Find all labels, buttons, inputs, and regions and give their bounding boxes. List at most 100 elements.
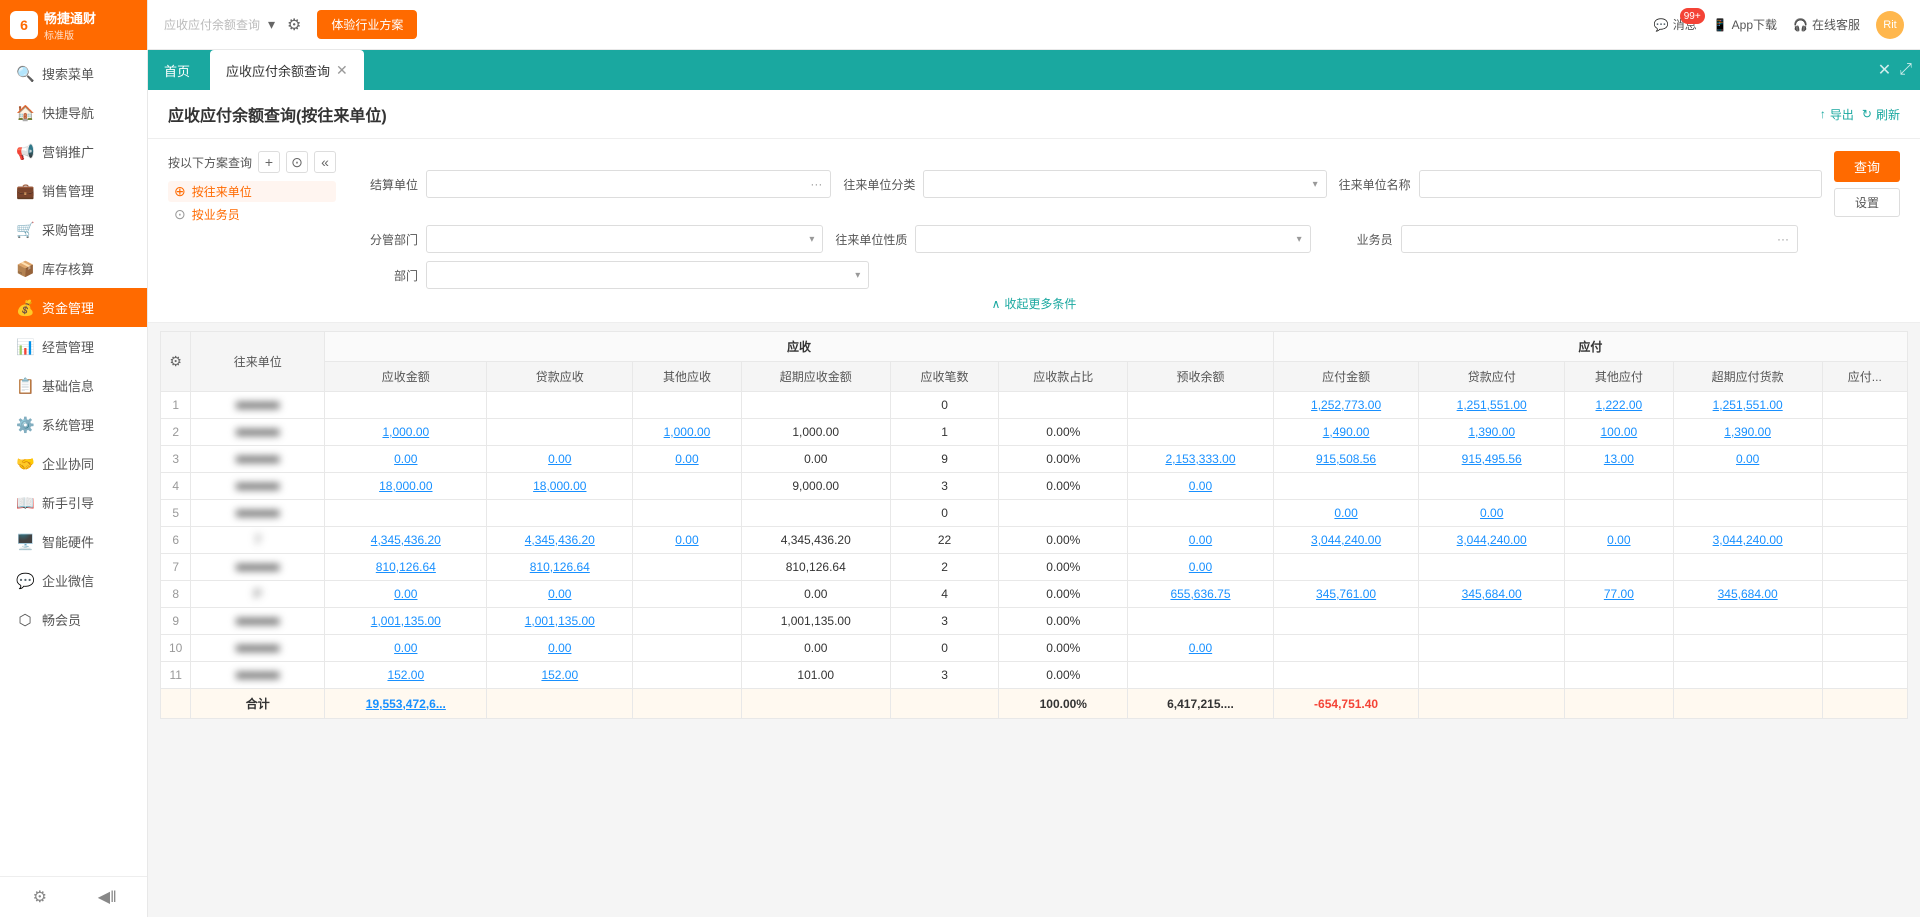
ap_amount-cell[interactable] — [1273, 662, 1419, 689]
footer-ar-amount[interactable]: 19,553,472,6... — [325, 689, 487, 719]
ap_other-cell[interactable]: 77.00 — [1565, 581, 1674, 608]
ar_amount-cell[interactable]: 152.00 — [325, 662, 487, 689]
sidebar-item-finance[interactable]: 💰 资金管理 — [0, 288, 147, 327]
ap_amount-cell[interactable] — [1273, 473, 1419, 500]
ap_loan-cell[interactable] — [1419, 473, 1565, 500]
sidebar-item-member[interactable]: ⬡ 畅会员 — [0, 600, 147, 639]
ap_amount-cell[interactable] — [1273, 554, 1419, 581]
ar_loan-cell[interactable]: 0.00 — [487, 581, 633, 608]
sidebar-item-hardware[interactable]: 🖥️ 智能硬件 — [0, 522, 147, 561]
ap_loan-cell[interactable] — [1419, 554, 1565, 581]
partner-nature-input[interactable]: ▾ — [915, 225, 1310, 253]
ar_other-cell[interactable]: 1,000.00 — [633, 419, 742, 446]
ap_other-cell[interactable]: 1,222.00 — [1565, 392, 1674, 419]
ap_loan-cell[interactable] — [1419, 608, 1565, 635]
ap_overdue-cell[interactable]: 1,390.00 — [1673, 419, 1822, 446]
ap_amount-cell[interactable]: 1,490.00 — [1273, 419, 1419, 446]
ar_loan-cell[interactable]: 4,345,436.20 — [487, 527, 633, 554]
ap_loan-cell[interactable]: 0.00 — [1419, 500, 1565, 527]
dept-input[interactable]: ▾ — [426, 225, 823, 253]
sidebar-item-wechat[interactable]: 💬 企业微信 — [0, 561, 147, 600]
collapse-sidebar-btn[interactable]: ◀‖ — [78, 887, 138, 907]
collapse-button[interactable]: ∧ 收起更多条件 — [992, 295, 1077, 312]
setting-button[interactable]: 设置 — [1834, 188, 1900, 217]
sidebar-item-system[interactable]: ⚙️ 系统管理 — [0, 405, 147, 444]
add-scheme-btn[interactable]: + — [258, 151, 280, 173]
ap_other-cell[interactable] — [1565, 473, 1674, 500]
ap_overdue-cell[interactable] — [1673, 554, 1822, 581]
ar_loan-cell[interactable]: 0.00 — [487, 635, 633, 662]
ar_amount-cell[interactable]: 810,126.64 — [325, 554, 487, 581]
ap_loan-cell[interactable]: 1,390.00 — [1419, 419, 1565, 446]
ap_overdue-cell[interactable] — [1673, 473, 1822, 500]
sidebar-item-inventory[interactable]: 📦 库存核算 — [0, 249, 147, 288]
ar_prepay-cell[interactable]: 0.00 — [1128, 554, 1274, 581]
tab-ar-ap[interactable]: 应收应付余额查询 ✕ — [210, 50, 364, 90]
export-btn[interactable]: ↑ 导出 — [1820, 106, 1854, 123]
settings-bottom-btn[interactable]: ⚙ — [10, 887, 70, 907]
ar_prepay-cell[interactable]: 0.00 — [1128, 527, 1274, 554]
ap_overdue-cell[interactable] — [1673, 662, 1822, 689]
ar_loan-cell[interactable]: 810,126.64 — [487, 554, 633, 581]
ar_amount-cell[interactable] — [325, 500, 487, 527]
message-btn[interactable]: 💬 消息 99+ — [1654, 16, 1697, 33]
sidebar-item-marketing[interactable]: 📢 营销推广 — [0, 132, 147, 171]
refresh-btn[interactable]: ↻ 刷新 — [1862, 106, 1900, 123]
tab-close-icon[interactable]: ✕ — [336, 62, 348, 79]
ar_amount-cell[interactable]: 0.00 — [325, 446, 487, 473]
table-settings-icon[interactable]: ⚙ — [169, 353, 182, 369]
settlement-unit-input[interactable]: ··· — [426, 170, 831, 198]
ar_other-cell[interactable] — [633, 473, 742, 500]
partner-name-input[interactable] — [1419, 170, 1822, 198]
salesman-input[interactable]: ··· — [1401, 225, 1798, 253]
ar_amount-cell[interactable]: 1,001,135.00 — [325, 608, 487, 635]
col-settings-header[interactable]: ⚙ — [161, 332, 191, 392]
ar_other-cell[interactable]: 0.00 — [633, 527, 742, 554]
ar_amount-cell[interactable]: 4,345,436.20 — [325, 527, 487, 554]
ar_other-cell[interactable] — [633, 635, 742, 662]
scheme-by-salesman[interactable]: ⊙ 按业务员 — [168, 204, 336, 225]
ap_other-cell[interactable] — [1565, 500, 1674, 527]
more-scheme-btn[interactable]: « — [314, 151, 336, 173]
scheme-by-partner[interactable]: ⊕ 按往来单位 — [168, 181, 336, 202]
ap_loan-cell[interactable]: 915,495.56 — [1419, 446, 1565, 473]
ap_other-cell[interactable] — [1565, 608, 1674, 635]
ar_other-cell[interactable] — [633, 581, 742, 608]
ar_prepay-cell[interactable]: 655,636.75 — [1128, 581, 1274, 608]
ap_overdue-cell[interactable] — [1673, 635, 1822, 662]
ar_other-cell[interactable] — [633, 392, 742, 419]
ar_amount-cell[interactable]: 1,000.00 — [325, 419, 487, 446]
breadcrumb-dropdown-btn[interactable]: ▾ — [268, 16, 275, 33]
ap_overdue-cell[interactable] — [1673, 608, 1822, 635]
sub-dept-input[interactable]: ▾ — [426, 261, 869, 289]
ar_other-cell[interactable] — [633, 608, 742, 635]
ar_other-cell[interactable] — [633, 500, 742, 527]
ar_amount-cell[interactable] — [325, 392, 487, 419]
tab-maximize-btn[interactable]: ⤢ — [1899, 61, 1912, 79]
ap_amount-cell[interactable]: 0.00 — [1273, 500, 1419, 527]
ap_overdue-cell[interactable]: 3,044,240.00 — [1673, 527, 1822, 554]
ar_other-cell[interactable] — [633, 554, 742, 581]
ap_amount-cell[interactable] — [1273, 635, 1419, 662]
ap_loan-cell[interactable] — [1419, 662, 1565, 689]
ap_overdue-cell[interactable]: 1,251,551.00 — [1673, 392, 1822, 419]
settings-gear-icon[interactable]: ⚙ — [287, 15, 301, 35]
sidebar-item-purchase[interactable]: 🛒 采购管理 — [0, 210, 147, 249]
edit-scheme-btn[interactable]: ⊙ — [286, 151, 308, 173]
ar_other-cell[interactable] — [633, 662, 742, 689]
ap_amount-cell[interactable] — [1273, 608, 1419, 635]
ap_loan-cell[interactable] — [1419, 635, 1565, 662]
ap_loan-cell[interactable]: 1,251,551.00 — [1419, 392, 1565, 419]
ar_prepay-cell[interactable]: 2,153,333.00 — [1128, 446, 1274, 473]
sidebar-item-coop[interactable]: 🤝 企业协同 — [0, 444, 147, 483]
sidebar-item-operation[interactable]: 📊 经营管理 — [0, 327, 147, 366]
ar_amount-cell[interactable]: 0.00 — [325, 635, 487, 662]
tab-close-all-btn[interactable]: ✕ — [1878, 60, 1891, 80]
ap_other-cell[interactable]: 0.00 — [1565, 527, 1674, 554]
app-download-btn[interactable]: 📱 App下载 — [1713, 16, 1777, 33]
ap_other-cell[interactable] — [1565, 554, 1674, 581]
ap_amount-cell[interactable]: 915,508.56 — [1273, 446, 1419, 473]
partner-category-input[interactable]: ▾ — [923, 170, 1326, 198]
ar_prepay-cell[interactable]: 0.00 — [1128, 473, 1274, 500]
sidebar-item-sales[interactable]: 💼 销售管理 — [0, 171, 147, 210]
